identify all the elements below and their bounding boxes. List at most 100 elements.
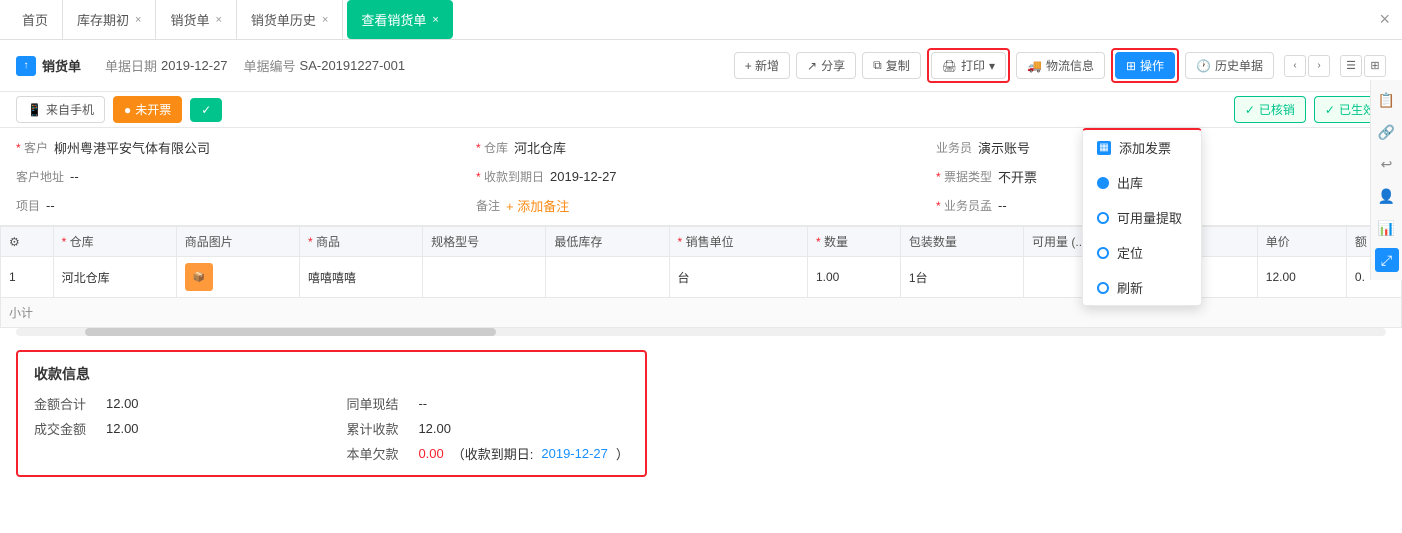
dropdown-locate[interactable]: 定位 (1083, 235, 1201, 270)
cumulative-value: 12.00 (418, 421, 451, 436)
locate-icon (1097, 247, 1109, 259)
col-min-stock: 最低库存 (546, 227, 669, 257)
copy-button[interactable]: ⧉ 复制 (862, 52, 921, 79)
col-unit: 销售单位 (669, 227, 807, 257)
doc-number: 单据编号 SA-20191227-001 (244, 56, 406, 75)
row-spec (423, 257, 546, 298)
total-amount-label: 金额合计 (34, 394, 98, 413)
due-date: 2019-12-27 (541, 446, 608, 461)
sidebar-user-icon[interactable]: 👤 (1375, 184, 1399, 208)
second-action-bar: 📱 来自手机 ● 未开票 ✓ ✓ 已核销 ✓ 已生效 (0, 92, 1402, 128)
tab-sales[interactable]: 销货单 × (156, 0, 236, 39)
dropdown-refresh[interactable]: 刷新 (1083, 270, 1201, 305)
payment-box: 收款信息 金额合计 12.00 同单现结 -- 成交金额 12.00 累计收款 … (16, 350, 647, 477)
project-row: 项目 -- (16, 196, 466, 215)
row-image: 📦 (176, 257, 299, 298)
nav-next[interactable]: › (1308, 55, 1330, 77)
col-image: 商品图片 (176, 227, 299, 257)
view-list[interactable]: ☰ (1340, 55, 1362, 77)
history-icon: 🕐 (1196, 59, 1211, 73)
check-icon: ✓ (201, 103, 211, 117)
doc-date: 单据日期 2019-12-27 (105, 56, 228, 75)
refresh-icon (1097, 282, 1109, 294)
dropdown-outbound[interactable]: 出库 (1083, 165, 1201, 200)
col-warehouse: 仓库 (53, 227, 176, 257)
due-date-value: 2019-12-27 (550, 169, 617, 184)
close-tab-sales[interactable]: × (215, 14, 221, 26)
ticket-label: 票据类型 (936, 168, 992, 185)
col-unit-price: 单价 (1257, 227, 1346, 257)
col-spec: 规格型号 (423, 227, 546, 257)
remark-row: 备注 + 添加备注 (476, 196, 926, 215)
tab-home[interactable]: 首页 (8, 0, 63, 39)
salesperson-value: -- (998, 198, 1007, 213)
sidebar-link-icon[interactable]: 🔗 (1375, 120, 1399, 144)
tab-bar: 首页 库存期初 × 销货单 × 销货单历史 × 查看销货单 × × (0, 0, 1402, 40)
ticket-icon: ● (124, 103, 131, 117)
owed-value: 0.00 (418, 446, 443, 461)
address-label: 客户地址 (16, 168, 64, 185)
logistics-button[interactable]: 🚚 物流信息 (1016, 52, 1105, 79)
nav-prev[interactable]: ‹ (1284, 55, 1306, 77)
operations-button[interactable]: ⊞ 操作 (1115, 52, 1175, 79)
close-tab-sales-history[interactable]: × (322, 14, 328, 26)
owed-label: 本单欠款 (346, 444, 410, 463)
sidebar-chart-icon[interactable]: 📊 (1375, 216, 1399, 240)
view-grid[interactable]: ⊞ (1364, 55, 1386, 77)
due-note-end: ） (616, 444, 629, 463)
row-pack-qty: 1台 (900, 257, 1023, 298)
doc-header: ↑ 销货单 单据日期 2019-12-27 单据编号 SA-20191227-0… (0, 40, 1402, 92)
effective-icon: ✓ (1325, 103, 1335, 117)
close-tab-inventory[interactable]: × (135, 14, 141, 26)
new-button[interactable]: + 新增 (734, 52, 790, 79)
close-tab-view-sales[interactable]: × (432, 14, 438, 26)
sidebar-return-icon[interactable]: ↩ (1375, 152, 1399, 176)
col-settings[interactable]: ⚙ (1, 227, 54, 257)
deal-amount-label: 成交金额 (34, 419, 98, 438)
dropdown-add-invoice[interactable]: ▦ 添加发票 (1083, 130, 1201, 165)
same-order-label: 同单现结 (346, 394, 410, 413)
owed-row: 本单欠款 0.00 （收款到期日: 2019-12-27 ） (346, 444, 628, 463)
project-label: 项目 (16, 197, 40, 214)
close-window-icon[interactable]: × (1379, 9, 1390, 30)
deal-amount-row: 成交金额 12.00 (34, 419, 316, 438)
due-date-label: 收款到期日 (476, 168, 544, 185)
staff-label: 业务员 (936, 139, 972, 156)
due-date-row: 收款到期日 2019-12-27 (476, 167, 926, 186)
history-button[interactable]: 🕐 历史单据 (1185, 52, 1274, 79)
print-highlight-box: 🖨 打印 ▾ (927, 48, 1010, 83)
add-remark-button[interactable]: + 添加备注 (506, 196, 569, 215)
product-thumbnail: 📦 (185, 263, 213, 291)
same-order-value: -- (418, 396, 427, 411)
available-qty-icon (1097, 212, 1109, 224)
col-qty: 数量 (807, 227, 900, 257)
already-cancelled-button[interactable]: ✓ 已核销 (1234, 96, 1306, 123)
print-button[interactable]: 🖨 打印 ▾ (931, 52, 1006, 79)
right-sidebar: 📋 🔗 ↩ 👤 📊 ⤢ (1370, 80, 1402, 280)
row-product: 嘻嘻嘻嘻 (299, 257, 422, 298)
not-open-button[interactable]: ● 未开票 (113, 96, 182, 123)
main-content: ↑ 销货单 单据日期 2019-12-27 单据编号 SA-20191227-0… (0, 40, 1402, 533)
total-amount-row: 金额合计 12.00 (34, 394, 316, 413)
doc-type-title: ↑ 销货单 (16, 56, 81, 76)
tab-sales-history[interactable]: 销货单历史 × (237, 0, 343, 39)
staff-value: 演示账号 (978, 138, 1030, 157)
share-button[interactable]: ↗ 分享 (796, 52, 856, 79)
customer-label: 客户 (16, 139, 48, 156)
from-phone-button[interactable]: 📱 来自手机 (16, 96, 105, 123)
payment-grid: 金额合计 12.00 同单现结 -- 成交金额 12.00 累计收款 12.00 (34, 394, 629, 463)
operations-icon: ⊞ (1126, 59, 1136, 73)
tab-view-sales[interactable]: 查看销货单 × (347, 0, 452, 39)
sidebar-doc-icon[interactable]: 📋 (1375, 88, 1399, 112)
col-pack-qty: 包装数量 (900, 227, 1023, 257)
tab-inventory[interactable]: 库存期初 × (63, 0, 156, 39)
cumulative-label: 累计收款 (346, 419, 410, 438)
address-row: 客户地址 -- (16, 167, 466, 186)
deal-amount-value: 12.00 (106, 421, 139, 436)
dropdown-available-qty[interactable]: 可用量提取 (1083, 200, 1201, 235)
row-unit: 台 (669, 257, 807, 298)
view-toggle: ☰ ⊞ (1340, 55, 1386, 77)
check-button[interactable]: ✓ (190, 98, 222, 122)
sidebar-expand-icon[interactable]: ⤢ (1375, 248, 1399, 272)
address-value: -- (70, 169, 79, 184)
